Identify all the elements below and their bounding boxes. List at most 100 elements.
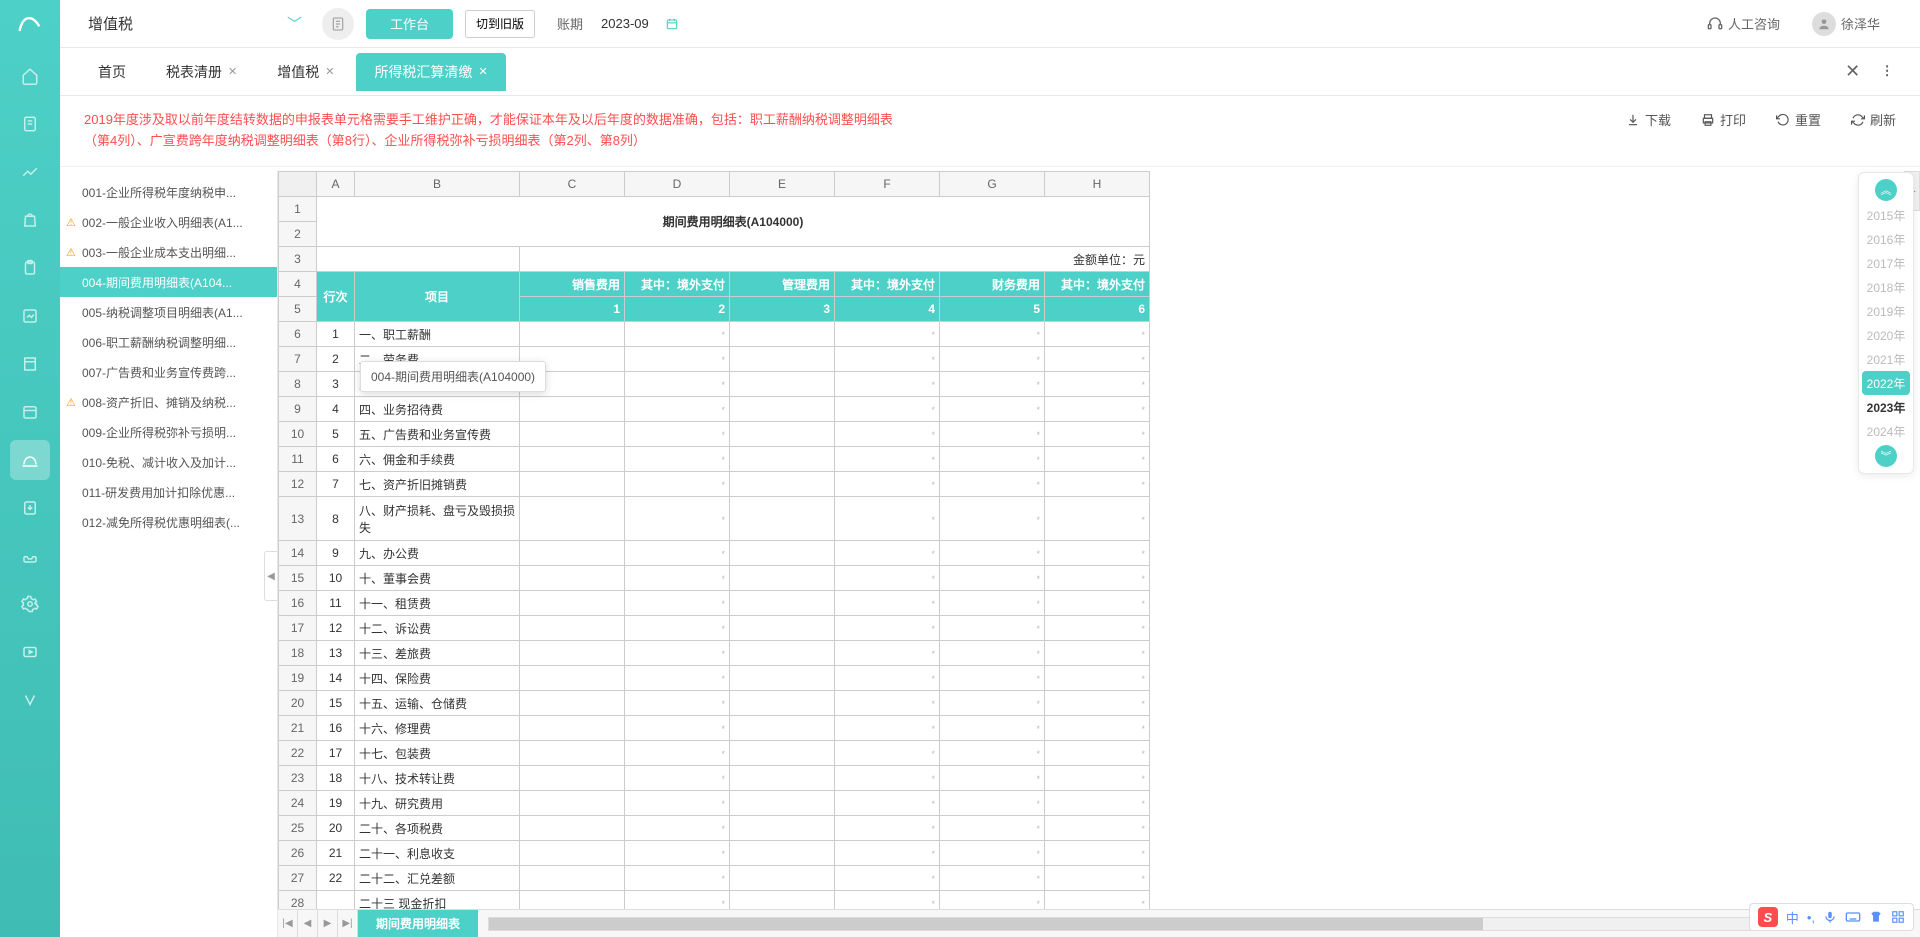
doc-item-1[interactable]: ⚠002-一般企业收入明细表(A1...: [60, 207, 277, 237]
row-item[interactable]: 六、佣金和手续费: [355, 447, 520, 472]
cell[interactable]: *: [940, 841, 1045, 866]
doc-item-7[interactable]: ⚠008-资产折旧、摊销及纳税...: [60, 387, 277, 417]
ime-punct-icon[interactable]: •,: [1807, 910, 1815, 925]
cell[interactable]: [730, 666, 835, 691]
year-2021年[interactable]: 2021年: [1862, 347, 1910, 371]
cell[interactable]: *: [625, 866, 730, 891]
cell[interactable]: *: [625, 666, 730, 691]
cell[interactable]: [730, 447, 835, 472]
nav-doc-icon[interactable]: [10, 104, 50, 144]
cell[interactable]: *: [625, 541, 730, 566]
row-item[interactable]: 十八、技术转让费: [355, 766, 520, 791]
doc-item-3[interactable]: 004-期间费用明细表(A104...: [60, 267, 277, 297]
year-2019年[interactable]: 2019年: [1862, 299, 1910, 323]
cell[interactable]: [520, 447, 625, 472]
cell[interactable]: *: [1045, 347, 1150, 372]
cell[interactable]: *: [1045, 472, 1150, 497]
cell[interactable]: *: [625, 691, 730, 716]
nav-clipboard-icon[interactable]: [10, 248, 50, 288]
cell[interactable]: *: [940, 422, 1045, 447]
cell[interactable]: [730, 816, 835, 841]
cell[interactable]: *: [625, 497, 730, 541]
cell[interactable]: *: [835, 397, 940, 422]
sheet-nav-prev-icon[interactable]: ◀: [298, 910, 318, 937]
doc-item-4[interactable]: 005-纳税调整项目明细表(A1...: [60, 297, 277, 327]
cell[interactable]: *: [625, 397, 730, 422]
doc-item-9[interactable]: 010-免税、减计收入及加计...: [60, 447, 277, 477]
row-item[interactable]: 十二、诉讼费: [355, 616, 520, 641]
row-item[interactable]: 七、资产折旧摊销费: [355, 472, 520, 497]
cell[interactable]: [730, 841, 835, 866]
cell[interactable]: [520, 322, 625, 347]
cell[interactable]: [730, 372, 835, 397]
tab-0[interactable]: 首页: [80, 53, 144, 91]
ime-mode[interactable]: 中: [1786, 908, 1799, 927]
col-H[interactable]: H: [1045, 172, 1150, 197]
row-item[interactable]: 一、职工薪酬: [355, 322, 520, 347]
tab-close-icon[interactable]: ✕: [325, 65, 334, 78]
cell[interactable]: *: [1045, 716, 1150, 741]
tab-3[interactable]: 所得税汇算清缴✕: [356, 53, 505, 91]
row-num[interactable]: 6: [317, 447, 355, 472]
row-num[interactable]: 22: [317, 866, 355, 891]
cell[interactable]: *: [940, 472, 1045, 497]
doc-item-11[interactable]: 012-减免所得税优惠明细表(...: [60, 507, 277, 537]
doc-item-8[interactable]: 009-企业所得税弥补亏损明...: [60, 417, 277, 447]
cell[interactable]: [730, 716, 835, 741]
year-2015年[interactable]: 2015年: [1862, 203, 1910, 227]
doc-item-2[interactable]: ⚠003-一般企业成本支出明细...: [60, 237, 277, 267]
cell[interactable]: [730, 347, 835, 372]
cell[interactable]: *: [1045, 891, 1150, 910]
row-num[interactable]: 21: [317, 841, 355, 866]
row-item[interactable]: 十五、运输、仓储费: [355, 691, 520, 716]
cell[interactable]: *: [1045, 816, 1150, 841]
sheet-corner[interactable]: [279, 172, 317, 197]
cell[interactable]: *: [940, 866, 1045, 891]
cell[interactable]: *: [940, 322, 1045, 347]
row-item[interactable]: 十九、研究费用: [355, 791, 520, 816]
ime-mic-icon[interactable]: [1823, 910, 1837, 924]
row-num[interactable]: 16: [317, 716, 355, 741]
cell[interactable]: *: [835, 791, 940, 816]
row-num[interactable]: 10: [317, 566, 355, 591]
cell[interactable]: *: [625, 372, 730, 397]
cell[interactable]: *: [625, 716, 730, 741]
cell[interactable]: *: [835, 666, 940, 691]
cell[interactable]: *: [835, 322, 940, 347]
cell[interactable]: *: [625, 641, 730, 666]
cell[interactable]: [520, 422, 625, 447]
spreadsheet[interactable]: ABCDEFGH1期间费用明细表(A104000)23金额单位：元4 行次 项目…: [278, 171, 1920, 909]
cell[interactable]: *: [940, 816, 1045, 841]
cell[interactable]: *: [835, 447, 940, 472]
cell[interactable]: *: [1045, 766, 1150, 791]
nav-report-icon[interactable]: [10, 296, 50, 336]
cell[interactable]: *: [625, 616, 730, 641]
cell[interactable]: [730, 322, 835, 347]
cell[interactable]: [520, 641, 625, 666]
cell[interactable]: *: [835, 497, 940, 541]
cell[interactable]: *: [835, 741, 940, 766]
cell[interactable]: *: [1045, 372, 1150, 397]
cell[interactable]: [730, 541, 835, 566]
row-item[interactable]: 二十一、利息收支: [355, 841, 520, 866]
cell[interactable]: *: [1045, 447, 1150, 472]
cell[interactable]: *: [940, 372, 1045, 397]
cell[interactable]: *: [625, 591, 730, 616]
cell[interactable]: [730, 641, 835, 666]
cell[interactable]: *: [1045, 691, 1150, 716]
year-2024年[interactable]: 2024年: [1862, 419, 1910, 443]
col-D[interactable]: D: [625, 172, 730, 197]
horizontal-scrollbar[interactable]: [488, 917, 1910, 931]
cell[interactable]: [730, 566, 835, 591]
cell[interactable]: [730, 691, 835, 716]
cell[interactable]: *: [835, 347, 940, 372]
cell[interactable]: *: [835, 616, 940, 641]
cell[interactable]: [730, 891, 835, 910]
cell[interactable]: *: [625, 322, 730, 347]
cell[interactable]: *: [835, 766, 940, 791]
year-2020年[interactable]: 2020年: [1862, 323, 1910, 347]
cell[interactable]: *: [835, 841, 940, 866]
cell[interactable]: [520, 591, 625, 616]
tab-close-icon[interactable]: ✕: [228, 65, 237, 78]
col-G[interactable]: G: [940, 172, 1045, 197]
